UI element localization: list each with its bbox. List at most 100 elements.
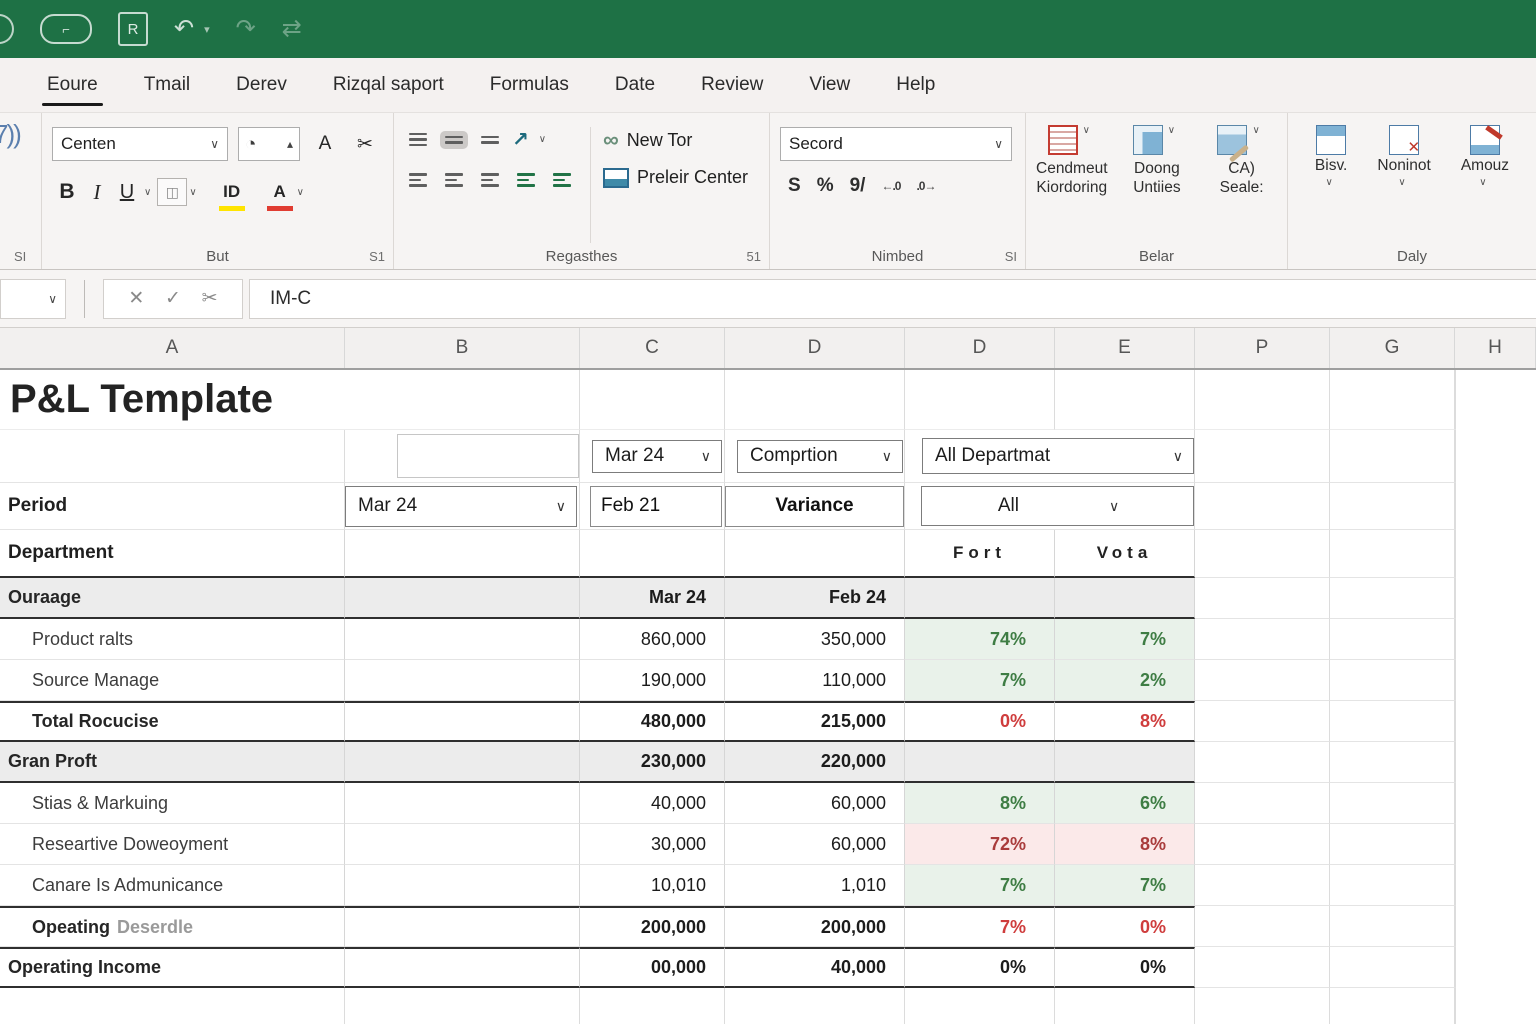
table-row: Ouraage Mar 24 Feb 24 (0, 578, 1536, 619)
period-month-dropdown[interactable]: Mar 24 ∨ (592, 439, 722, 473)
divider (84, 279, 85, 318)
align-top-icon[interactable] (404, 128, 432, 152)
column-header[interactable]: D (905, 328, 1055, 368)
tab-review[interactable]: Review (678, 58, 786, 112)
currency-icon[interactable]: S (788, 175, 801, 197)
excel-window: ⌐ R ↶ ▾ ↷ ⇄ Eoure Tmail Derev Rizqal sap… (0, 0, 1536, 1024)
titlebar: ⌐ R ↶ ▾ ↷ ⇄ (0, 0, 1536, 58)
wrap-text-button[interactable]: ∞ New Tor (603, 127, 748, 153)
redo-icon[interactable]: ↷ (236, 17, 256, 41)
insert-cells-button[interactable]: Bisv. ∨ (1315, 125, 1347, 243)
undo-dropdown-icon[interactable]: ▾ (204, 23, 210, 36)
column-header[interactable]: E (1055, 328, 1195, 368)
italic-button[interactable]: I (82, 175, 112, 209)
column-header[interactable]: H (1455, 328, 1536, 368)
period-select[interactable]: Mar 24 ∨ (345, 485, 577, 527)
comma-style-icon[interactable]: 9/ (850, 175, 866, 197)
align-left-icon[interactable] (404, 168, 432, 192)
tab-help[interactable]: Help (873, 58, 958, 112)
formula-buttons: ✕ ✓ ✂ (103, 278, 243, 319)
pl-table-rows: Ouraage Mar 24 Feb 24 Product ralts 860,… (0, 578, 1536, 988)
column-header[interactable]: P (1195, 328, 1330, 368)
increase-indent-icon[interactable] (548, 168, 576, 192)
font-size-select[interactable]: ◔ ▴ (238, 127, 300, 161)
tab-page-layout[interactable]: Rizqal saport (310, 58, 467, 112)
scope-select[interactable]: All ∨ (921, 486, 1194, 526)
decrease-font-icon[interactable]: ✂ (350, 127, 380, 161)
align-right-icon[interactable] (476, 168, 504, 192)
period-row: Period Mar 24 ∨ Feb 21 Variance All ∨ (0, 483, 1536, 530)
period-label: Period (8, 495, 68, 516)
format-as-table-button[interactable]: ∨ Doong Untiies (1122, 125, 1193, 243)
name-box[interactable]: ∨ (0, 278, 66, 319)
insert-cells-icon (1316, 125, 1347, 155)
cell-styles-button[interactable]: ∨ CA) Seale: (1206, 125, 1277, 243)
conditional-formatting-button[interactable]: ∨ Cendmeut Kiordoring (1036, 125, 1108, 243)
font-name-select[interactable]: Centen ∨ (52, 127, 228, 161)
borders-dropdown-icon[interactable]: ∨ (189, 187, 196, 198)
underline-dropdown-icon[interactable]: ∨ (144, 187, 151, 198)
page-title: P&L Template (10, 377, 274, 421)
compare-period-box[interactable]: Feb 21 (590, 485, 722, 527)
font-group-label: But (206, 248, 229, 265)
increase-font-icon[interactable]: A (310, 127, 340, 161)
clipboard-dialog-launcher[interactable]: SI (14, 249, 26, 264)
column-header[interactable]: B (345, 328, 580, 368)
borders-button[interactable]: ◫ (157, 178, 188, 206)
column-header[interactable]: G (1330, 328, 1455, 368)
tab-formulas[interactable]: Formulas (467, 58, 592, 112)
column-header[interactable]: D (725, 328, 905, 368)
decrease-indent-icon[interactable] (512, 168, 540, 192)
refresh-icon[interactable]: ⇄ (282, 17, 302, 41)
number-format-select[interactable]: Secord ∨ (780, 127, 1012, 161)
table-row: Gran Proft 230,000 220,000 (0, 742, 1536, 783)
blank-input-box[interactable] (397, 434, 579, 478)
comparison-dropdown[interactable]: Comprtion ∨ (737, 439, 903, 473)
name-box-dropdown-icon[interactable]: ∨ (48, 292, 57, 306)
variance-col2-header: Vota (1096, 543, 1153, 562)
highlight-color-button[interactable]: ID (217, 175, 247, 211)
bold-button[interactable]: B (52, 175, 82, 209)
wrap-text-icon: ∞ (603, 127, 619, 152)
undo-icon[interactable]: ↶ (174, 17, 194, 41)
tab-insert[interactable]: Tmail (121, 58, 213, 112)
column-headers: A B C D D E P G H (0, 328, 1536, 370)
delete-cells-button[interactable]: Noninot ∨ (1377, 125, 1431, 243)
tab-data[interactable]: Date (592, 58, 678, 112)
orientation-dropdown-icon[interactable]: ∨ (539, 134, 546, 145)
number-dialog-launcher[interactable]: SI (1005, 249, 1017, 264)
tab-view[interactable]: View (786, 58, 873, 112)
align-center-icon[interactable] (440, 168, 468, 192)
decrease-decimal-icon[interactable]: .0→ (916, 179, 936, 193)
table-row: Opeating Deserdle 200,000 200,000 7% 0% (0, 906, 1536, 947)
format-as-table-icon (1132, 125, 1163, 155)
formula-input[interactable]: IM-C (249, 278, 1536, 319)
percent-icon[interactable]: % (817, 175, 834, 197)
orientation-icon[interactable]: ↗ (512, 127, 529, 152)
save-icon[interactable]: ⌐ (40, 14, 92, 44)
merge-center-button[interactable]: Preleir Center (603, 167, 748, 188)
underline-button[interactable]: U (112, 175, 142, 209)
department-label: Department (8, 542, 114, 563)
department-row: Department Fort Vota (0, 530, 1536, 578)
format-cells-button[interactable]: Amouz ∨ (1461, 125, 1509, 243)
ribbon-tabs: Eoure Tmail Derev Rizqal saport Formulas… (0, 58, 1536, 113)
new-window-icon[interactable]: R (118, 12, 148, 46)
align-middle-icon[interactable] (440, 130, 468, 149)
cancel-icon[interactable]: ✕ (128, 287, 144, 310)
align-bottom-icon[interactable] (476, 131, 504, 149)
insert-function-icon[interactable]: ✂ (202, 287, 218, 310)
column-header[interactable]: A (0, 328, 345, 368)
department-dropdown[interactable]: All Departmat ∨ (922, 438, 1194, 474)
column-header[interactable]: C (580, 328, 725, 368)
tab-draw[interactable]: Derev (213, 58, 310, 112)
font-color-dropdown-icon[interactable]: ∨ (297, 187, 304, 198)
tab-home[interactable]: Eoure (24, 58, 121, 112)
alignment-dialog-launcher[interactable]: 51 (747, 249, 761, 264)
spreadsheet: P&L Template Mar 24 ∨ Comprtion ∨ All Depa… (0, 370, 1536, 1024)
font-dialog-launcher[interactable]: S1 (369, 249, 385, 264)
increase-decimal-icon[interactable]: ←.0 (881, 179, 901, 193)
enter-icon[interactable]: ✓ (165, 287, 181, 310)
chevron-down-icon: ∨ (210, 137, 219, 151)
font-color-button[interactable]: A (265, 175, 295, 211)
